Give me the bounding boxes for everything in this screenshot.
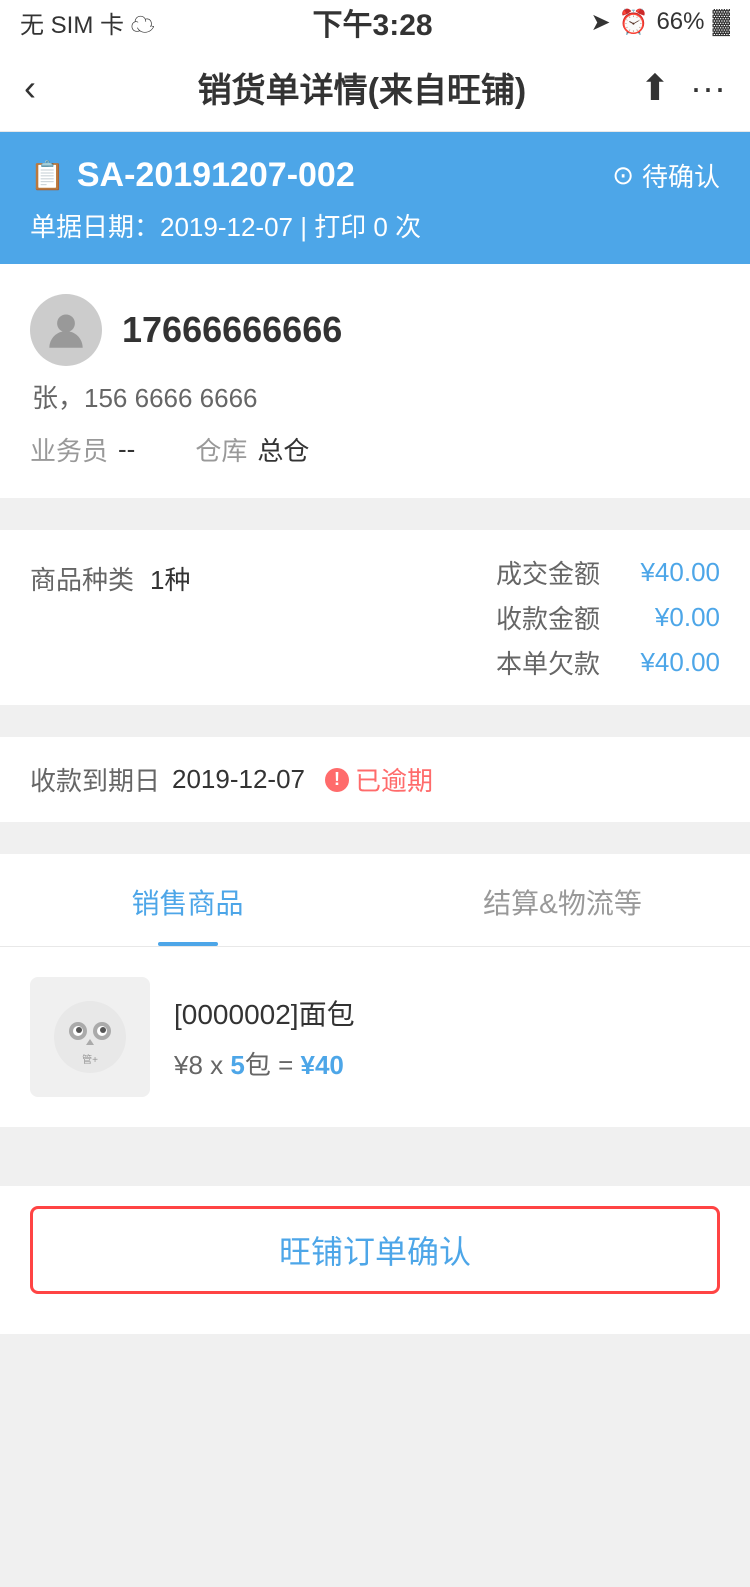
amount-value-0: ¥40.00 (620, 557, 720, 588)
order-icon: 📋 (30, 159, 65, 192)
svg-text:管+: 管+ (82, 1053, 98, 1066)
nav-bar: ‹ 销货单详情(来自旺铺) ⬆ ··· (0, 44, 750, 132)
battery-icon: ▓ (712, 8, 730, 36)
order-status-text: 待确认 (642, 157, 720, 194)
customer-phone: 17666666666 (122, 309, 342, 351)
order-id: 📋 SA-20191207-002 (30, 156, 355, 195)
sim-status: 无 SIM 卡 ☁ (20, 5, 155, 40)
product-info: [0000002]面包 ¥8 x 5包 = ¥40 (174, 993, 720, 1082)
location-icon: ➤ (590, 8, 610, 37)
tab-settlement[interactable]: 结算&物流等 (375, 854, 750, 946)
salesperson-value: -- (118, 434, 135, 465)
warehouse-value: 总仓 (257, 431, 309, 468)
customer-name: 张，156 6666 6666 (30, 378, 720, 415)
customer-meta: 业务员 -- 仓库 总仓 (30, 431, 720, 468)
order-date: 单据日期：2019-12-07 | 打印 0 次 (30, 207, 720, 244)
tabs: 销售商品 结算&物流等 (0, 854, 750, 947)
warehouse-item: 仓库 总仓 (195, 431, 309, 468)
customer-avatar (30, 294, 102, 366)
product-section: 管+ [0000002]面包 ¥8 x 5包 = ¥40 (0, 947, 750, 1127)
total-highlight: ¥40 (300, 1050, 343, 1080)
amount-label-2: 本单欠款 (496, 644, 600, 681)
salesperson-label: 业务员 (30, 431, 108, 468)
status-right: ➤ ⏰ 66% ▓ (590, 8, 730, 37)
page-title: 销货单详情(来自旺铺) (84, 63, 640, 112)
quantity-highlight: 5 (230, 1050, 244, 1080)
summary-card: 商品种类 1种 成交金额 ¥40.00 收款金额 ¥0.00 本单欠款 ¥40.… (0, 530, 750, 705)
overdue-badge: ! 已逾期 (325, 761, 433, 798)
amounts-section: 成交金额 ¥40.00 收款金额 ¥0.00 本单欠款 ¥40.00 (496, 554, 720, 681)
category-label: 商品种类 (30, 560, 134, 597)
unit-text: 包 = (245, 1050, 301, 1080)
order-header: 📋 SA-20191207-002 ⊙ 待确认 单据日期：2019-12-07 … (0, 132, 750, 264)
status-bar: 无 SIM 卡 ☁ 下午3:28 ➤ ⏰ 66% ▓ (0, 0, 750, 44)
customer-top: 17666666666 (30, 294, 720, 366)
product-price: ¥8 x 5包 = ¥40 (174, 1045, 720, 1082)
product-item: 管+ [0000002]面包 ¥8 x 5包 = ¥40 (0, 947, 750, 1127)
order-header-top: 📋 SA-20191207-002 ⊙ 待确认 (30, 156, 720, 195)
price-base: ¥8 x (174, 1050, 230, 1080)
divider-2 (0, 721, 750, 737)
overdue-text: 已逾期 (355, 761, 433, 798)
back-button[interactable]: ‹ (24, 67, 84, 109)
tab-sales[interactable]: 销售商品 (0, 854, 375, 946)
share-button[interactable]: ⬆ (640, 67, 670, 109)
amount-label-1: 收款金额 (496, 599, 600, 636)
divider-3 (0, 838, 750, 854)
order-status: ⊙ 待确认 (612, 157, 720, 194)
overdue-icon: ! (325, 768, 349, 792)
product-name: [0000002]面包 (174, 993, 720, 1033)
warehouse-label: 仓库 (195, 431, 247, 468)
amount-row-2: 本单欠款 ¥40.00 (496, 644, 720, 681)
divider-1 (0, 514, 750, 530)
clock-icon: ⊙ (612, 160, 634, 191)
due-date-card: 收款到期日 2019-12-07 ! 已逾期 (0, 737, 750, 822)
amount-value-2: ¥40.00 (620, 647, 720, 678)
battery-level: 66% (656, 8, 704, 36)
amount-row-1: 收款金额 ¥0.00 (496, 599, 720, 636)
amount-label-0: 成交金额 (496, 554, 600, 591)
more-button[interactable]: ··· (690, 67, 726, 109)
due-date-label: 收款到期日 (30, 761, 160, 798)
nav-actions: ⬆ ··· (640, 67, 726, 109)
category-section: 商品种类 1种 (30, 554, 496, 597)
bottom-bar: 旺铺订单确认 (0, 1186, 750, 1334)
order-id-text: SA-20191207-002 (77, 156, 355, 195)
status-left: 无 SIM 卡 ☁ (20, 5, 155, 40)
alarm-icon: ⏰ (619, 8, 649, 37)
customer-card: 17666666666 张，156 6666 6666 业务员 -- 仓库 总仓 (0, 264, 750, 498)
salesperson-item: 业务员 -- (30, 431, 135, 468)
confirm-button[interactable]: 旺铺订单确认 (30, 1206, 720, 1294)
category-value: 1种 (150, 560, 190, 597)
product-thumbnail: 管+ (30, 977, 150, 1097)
status-time: 下午3:28 (313, 0, 433, 44)
amount-value-1: ¥0.00 (620, 602, 720, 633)
due-date-value: 2019-12-07 (172, 764, 305, 795)
amount-row-0: 成交金额 ¥40.00 (496, 554, 720, 591)
